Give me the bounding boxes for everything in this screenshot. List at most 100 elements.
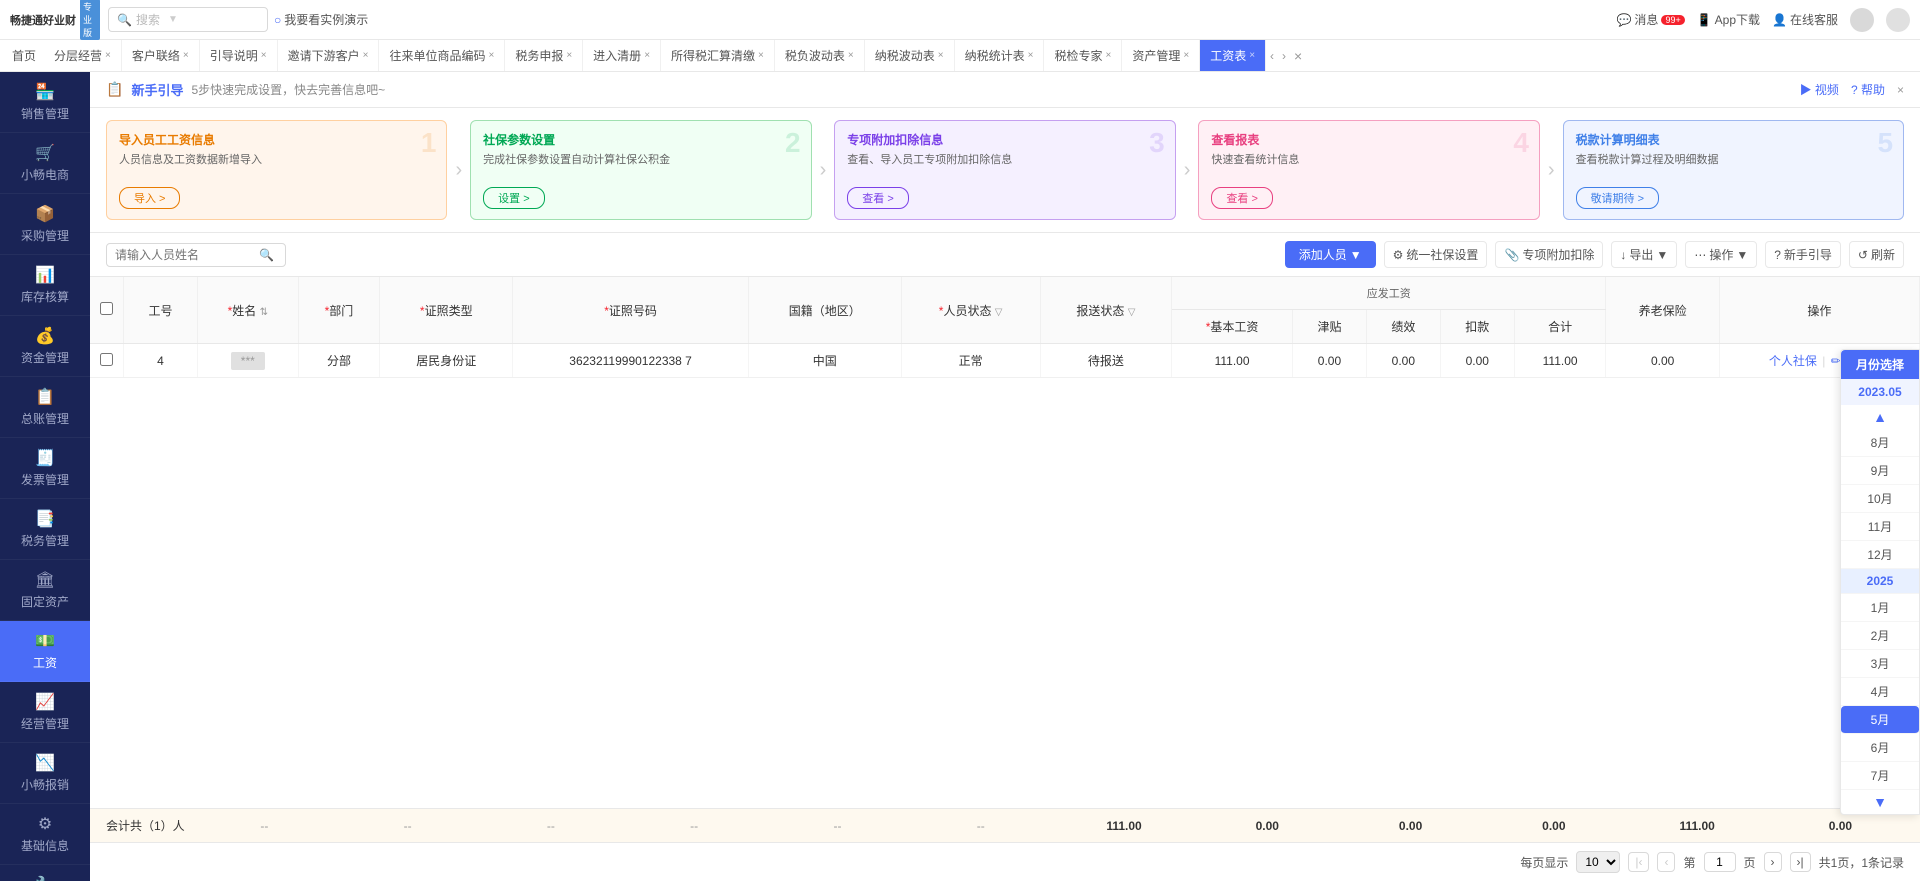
employee-search-input[interactable] [115, 248, 255, 262]
month-item-3[interactable]: 3月 [1841, 650, 1919, 678]
tab-往来单位商品编码[interactable]: 往来单位商品编码 × [379, 40, 505, 72]
video-btn[interactable]: ▶ 视频 [1800, 81, 1839, 98]
tab-纳税波动表[interactable]: 纳税波动表 × [865, 40, 955, 72]
demo-text-area[interactable]: ○ 我要看实例演示 [274, 11, 368, 28]
action-social-btn[interactable]: 个人社保 [1769, 354, 1817, 368]
close-tab-引导说明[interactable]: × [261, 50, 267, 61]
refresh-btn[interactable]: ↺ 刷新 [1849, 241, 1904, 268]
prev-page-btn[interactable]: ‹ [1657, 852, 1675, 872]
sidebar-item-system[interactable]: 🔧 系统管理 [0, 865, 90, 881]
close-guide-btn[interactable]: × [1897, 83, 1904, 97]
ledger-icon: 📋 [35, 387, 55, 407]
step-btn-2[interactable]: 设置 > [483, 187, 544, 209]
step-btn-5[interactable]: 敬请期待 > [1576, 187, 1659, 209]
month-item-6[interactable]: 6月 [1841, 734, 1919, 762]
sidebar-item-fixed[interactable]: 🏛 固定资产 [0, 560, 90, 621]
close-tab-所得税[interactable]: × [758, 50, 764, 61]
step-title-2: 社保参数设置 [483, 131, 798, 148]
new-guide-btn[interactable]: ? 新手引导 [1765, 241, 1841, 268]
sidebar-item-finance[interactable]: 💰 资金管理 [0, 316, 90, 377]
sidebar-item-tax[interactable]: 📑 税务管理 [0, 499, 90, 560]
search-box[interactable]: 🔍 搜索 ▼ [108, 7, 268, 32]
tab-税务申报[interactable]: 税务申报 × [505, 40, 583, 72]
tab-纳税统计表[interactable]: 纳税统计表 × [955, 40, 1045, 72]
tab-邀请下游客户[interactable]: 邀请下游客户 × [278, 40, 380, 72]
sidebar-item-purchase[interactable]: 📦 采购管理 [0, 194, 90, 255]
footer-dash-2: -- [344, 819, 471, 833]
close-tab-清册[interactable]: × [644, 50, 650, 61]
export-btn[interactable]: ↓ 导出 ▼ [1611, 241, 1677, 268]
special-deduct-btn[interactable]: 📎 专项附加扣除 [1495, 241, 1603, 268]
month-item-4[interactable]: 4月 [1841, 678, 1919, 706]
tab-税检专家[interactable]: 税检专家 × [1044, 40, 1122, 72]
sidebar-item-ecommerce[interactable]: 🛒 小畅电商 [0, 133, 90, 194]
action-btn[interactable]: ⋯ 操作 ▼ [1685, 241, 1757, 268]
step-num-5: 5 [1877, 127, 1893, 159]
tab-home[interactable]: 首页 [4, 47, 44, 64]
app-download-btn[interactable]: 📱 App下载 [1697, 11, 1760, 28]
footer-performance-total: 0.00 [1347, 819, 1474, 833]
sidebar-item-invoice[interactable]: 🧾 发票管理 [0, 438, 90, 499]
page-input[interactable] [1704, 852, 1736, 872]
sidebar-item-inventory[interactable]: 📊 库存核算 [0, 255, 90, 316]
month-item-7[interactable]: 7月 [1841, 762, 1919, 790]
month-item-9[interactable]: 9月 [1841, 457, 1919, 485]
close-tab-工资表[interactable]: × [1249, 50, 1255, 61]
online-service-btn[interactable]: 👤 在线客服 [1772, 11, 1838, 28]
first-page-btn[interactable]: |‹ [1628, 852, 1649, 872]
tab-close-all[interactable]: × [1290, 48, 1306, 64]
sidebar-item-ledger[interactable]: 📋 总账管理 [0, 377, 90, 438]
month-up-btn[interactable]: ▲ [1873, 409, 1887, 425]
select-all-checkbox[interactable] [100, 302, 113, 315]
close-tab-税负[interactable]: × [848, 50, 854, 61]
sidebar-item-sales[interactable]: 🏪 销售管理 [0, 72, 90, 133]
employee-search-wrap[interactable]: 🔍 [106, 243, 286, 267]
sidebar-item-salary[interactable]: 💵 工资 [0, 621, 90, 682]
tab-工资表[interactable]: 工资表 × [1200, 40, 1266, 72]
tab-客户联络[interactable]: 客户联络 × [122, 40, 200, 72]
close-tab-税检[interactable]: × [1105, 50, 1111, 61]
step-btn-3[interactable]: 查看 > [847, 187, 908, 209]
row-select-checkbox[interactable] [100, 353, 113, 366]
month-item-2[interactable]: 2月 [1841, 622, 1919, 650]
tab-prev-arrow[interactable]: ‹ [1266, 49, 1278, 63]
month-down-btn[interactable]: ▼ [1873, 794, 1887, 810]
social-setting-btn[interactable]: ⚙ 统一社保设置 [1384, 241, 1488, 268]
sidebar-label-ecommerce: 小畅电商 [21, 166, 69, 183]
sidebar-item-basic[interactable]: ⚙ 基础信息 [0, 804, 90, 865]
add-person-btn[interactable]: 添加人员 ▼ [1285, 241, 1376, 268]
next-page-btn[interactable]: › [1764, 852, 1782, 872]
tab-所得税汇算清缴[interactable]: 所得税汇算清缴 × [661, 40, 775, 72]
tab-next-arrow[interactable]: › [1278, 49, 1290, 63]
close-tab-纳税波动[interactable]: × [938, 50, 944, 61]
tab-进入清册[interactable]: 进入清册 × [583, 40, 661, 72]
user-avatar2[interactable] [1886, 8, 1910, 32]
step-btn-1[interactable]: 导入 > [119, 187, 180, 209]
close-tab-资产[interactable]: × [1183, 50, 1189, 61]
close-tab-客户联络[interactable]: × [183, 50, 189, 61]
close-tab-邀请[interactable]: × [363, 50, 369, 61]
close-tab-税务[interactable]: × [566, 50, 572, 61]
month-item-1[interactable]: 1月 [1841, 594, 1919, 622]
sidebar-item-report[interactable]: 📉 小畅报销 [0, 743, 90, 804]
tab-资产管理[interactable]: 资产管理 × [1122, 40, 1200, 72]
month-item-11[interactable]: 11月 [1841, 513, 1919, 541]
step-arrow-2: › [820, 120, 827, 220]
sidebar-item-operations[interactable]: 📈 经营管理 [0, 682, 90, 743]
tab-引导说明[interactable]: 引导说明 × [200, 40, 278, 72]
step-btn-4[interactable]: 查看 > [1211, 187, 1272, 209]
month-item-12[interactable]: 12月 [1841, 541, 1919, 569]
month-item-8[interactable]: 8月 [1841, 429, 1919, 457]
close-tab-分层经营[interactable]: × [105, 50, 111, 61]
month-item-5-active[interactable]: 5月 [1841, 706, 1919, 734]
user-avatar[interactable] [1850, 8, 1874, 32]
message-btn[interactable]: 💬 消息 99+ [1616, 11, 1684, 28]
close-tab-纳税统计[interactable]: × [1028, 50, 1034, 61]
per-page-select[interactable]: 10 20 50 [1576, 851, 1620, 873]
tab-税负波动表[interactable]: 税负波动表 × [775, 40, 865, 72]
close-tab-往来[interactable]: × [488, 50, 494, 61]
month-item-10[interactable]: 10月 [1841, 485, 1919, 513]
tab-分层经营[interactable]: 分层经营 × [44, 40, 122, 72]
help-btn[interactable]: ? 帮助 [1851, 81, 1885, 98]
last-page-btn[interactable]: ›| [1790, 852, 1811, 872]
